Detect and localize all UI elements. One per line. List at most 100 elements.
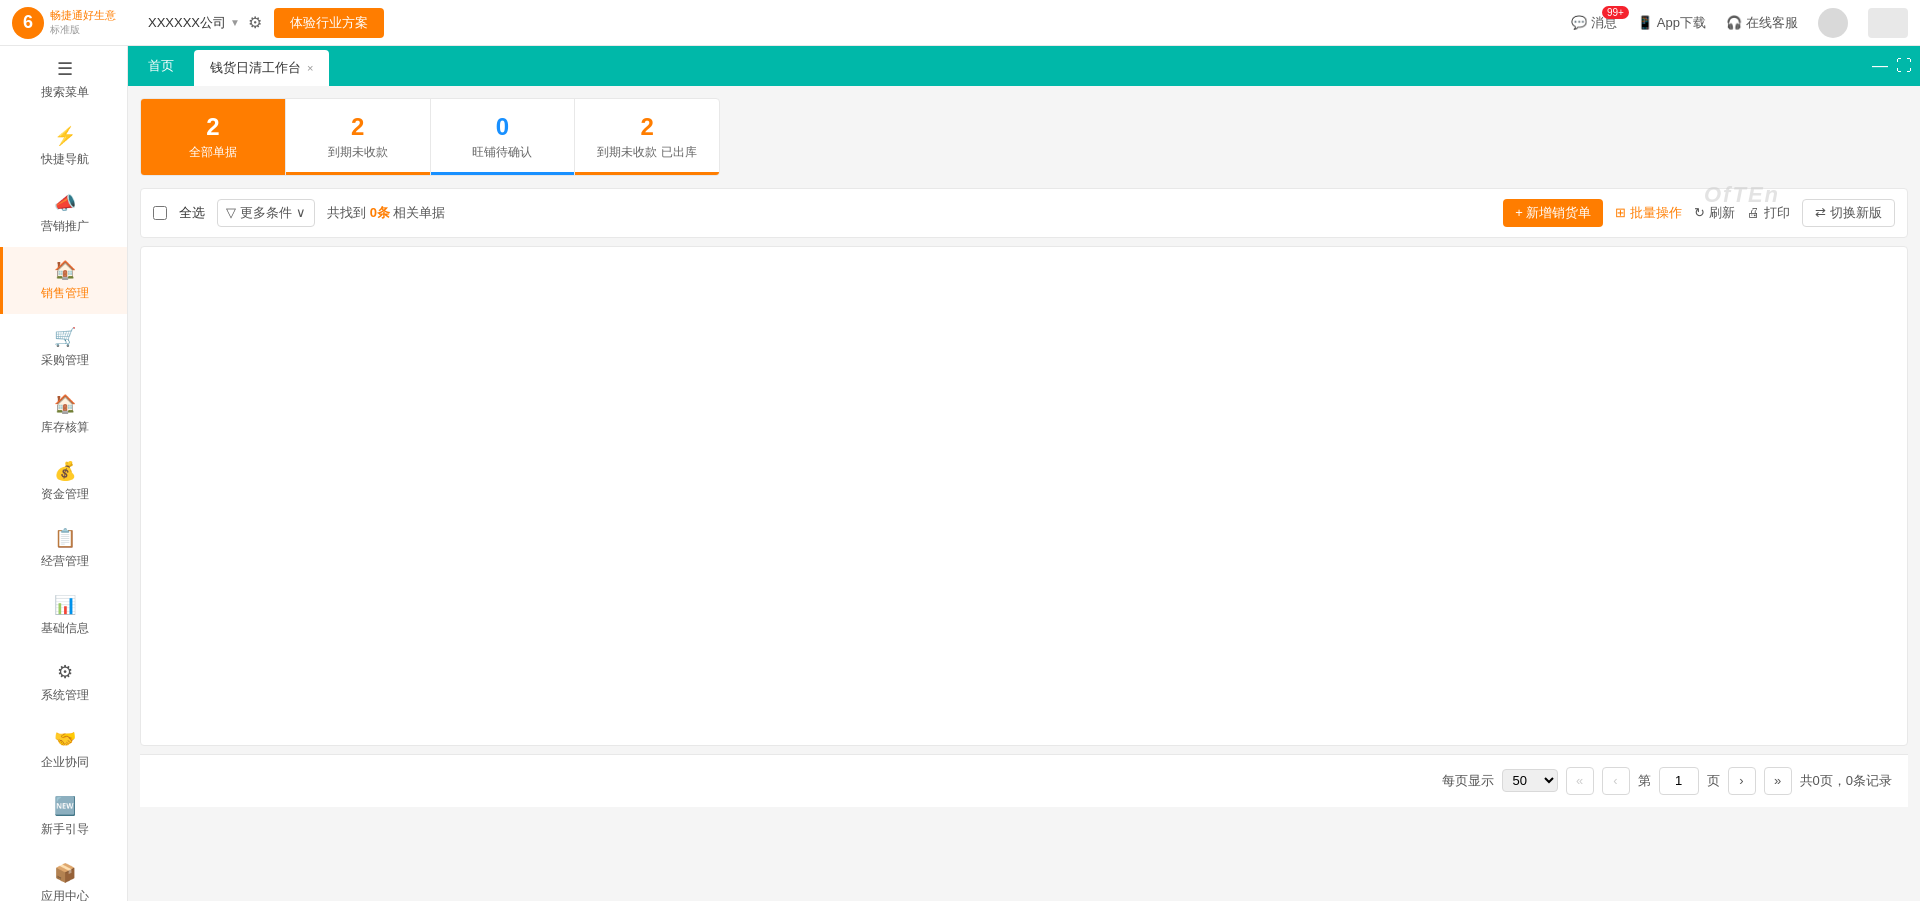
toolbar-right: + 新增销货单 ⊞ 批量操作 ↻ 刷新 🖨 打印 ⇄ 切换新版 (1503, 199, 1895, 227)
next-page-button[interactable]: › (1728, 767, 1756, 795)
purchase-icon: 🛒 (54, 326, 76, 348)
switch-version-button[interactable]: ⇄ 切换新版 (1802, 199, 1895, 227)
tabbar-minimize-button[interactable]: — (1872, 57, 1888, 75)
sidebar-item-search-menu[interactable]: ☰ 搜索菜单 (0, 46, 127, 113)
sidebar-item-corp-coop[interactable]: 🤝 企业协同 (0, 716, 127, 783)
settings-icon[interactable]: ⚙ (248, 13, 262, 32)
pagination: 每页显示 50 20 100 200 « ‹ 第 页 › » 共0页，0条记录 (140, 754, 1908, 807)
filter-button[interactable]: ▽ 更多条件 ∨ (217, 199, 315, 227)
sidebar-item-system[interactable]: ⚙ 系统管理 (0, 649, 127, 716)
sidebar-item-new-guide[interactable]: 🆕 新手引导 (0, 783, 127, 850)
finance-icon: 💰 (54, 460, 76, 482)
sidebar-item-quick-nav[interactable]: ⚡ 快捷导航 (0, 113, 127, 180)
sidebar-item-app-center[interactable]: 📦 应用中心 (0, 850, 127, 901)
app-download-icon: 📱 (1637, 15, 1653, 30)
logo-icon: 6 (12, 7, 44, 39)
inventory-icon: 🏠 (54, 393, 76, 415)
app-header: 6 畅捷通好生意 标准版 XXXXXX公司 ▼ ⚙ 体验行业方案 💬 消息 99… (0, 0, 1920, 46)
sidebar-item-label: 企业协同 (41, 754, 89, 771)
logo-sub: 标准版 (50, 23, 116, 37)
refresh-button[interactable]: ↻ 刷新 (1694, 204, 1735, 222)
print-button[interactable]: 🖨 打印 (1747, 204, 1790, 222)
user-info-panel[interactable] (1868, 8, 1908, 38)
avatar[interactable] (1818, 8, 1848, 38)
tabbar-maximize-button[interactable]: ⛶ (1896, 57, 1912, 75)
total-label: 共0页，0条记录 (1800, 772, 1892, 790)
trial-button[interactable]: 体验行业方案 (274, 8, 384, 38)
toolbar-left: 全选 ▽ 更多条件 ∨ 共找到 0条 相关单据 (153, 199, 1491, 227)
sidebar-item-label: 快捷导航 (41, 151, 89, 168)
sidebar-item-label: 营销推广 (41, 218, 89, 235)
filter-label: 更多条件 (240, 204, 292, 222)
sidebar-item-label: 采购管理 (41, 352, 89, 369)
select-all-label: 全选 (179, 204, 205, 222)
sidebar-item-label: 应用中心 (41, 888, 89, 901)
stat-underline-wangpu (431, 172, 575, 175)
stat-card-overdue-out[interactable]: 2 到期未收款 已出库 (575, 99, 719, 175)
tab-label: 钱货日清工作台 (210, 59, 301, 77)
stat-card-wangpu[interactable]: 0 旺铺待确认 (431, 99, 576, 175)
switch-icon: ⇄ (1815, 205, 1826, 220)
stat-num-all: 2 (161, 113, 265, 142)
operations-icon: 📋 (54, 527, 76, 549)
page-label: 第 (1638, 772, 1651, 790)
add-sale-button[interactable]: + 新增销货单 (1503, 199, 1603, 227)
tab-home[interactable]: 首页 (128, 46, 194, 86)
sidebar-item-label: 资金管理 (41, 486, 89, 503)
content-area (140, 246, 1908, 746)
batch-operation-button[interactable]: ⊞ 批量操作 (1615, 204, 1682, 222)
first-page-button[interactable]: « (1566, 767, 1594, 795)
search-menu-icon: ☰ (57, 58, 73, 80)
message-button[interactable]: 💬 消息 99+ (1571, 14, 1617, 32)
filter-icon: ▽ (226, 205, 236, 220)
base-info-icon: 📊 (54, 594, 76, 616)
page-input[interactable] (1659, 767, 1699, 795)
sidebar-item-sales[interactable]: 🏠 销售管理 (0, 247, 127, 314)
sidebar-item-label: 搜索菜单 (41, 84, 89, 101)
tabbar-right: — ⛶ (1872, 57, 1920, 75)
online-service-button[interactable]: 🎧 在线客服 (1726, 14, 1798, 32)
refresh-icon: ↻ (1694, 205, 1705, 220)
stat-underline-overdue (286, 172, 430, 175)
sidebar-item-finance[interactable]: 💰 资金管理 (0, 448, 127, 515)
stat-card-overdue[interactable]: 2 到期未收款 (286, 99, 431, 175)
company-name: XXXXXX公司 (148, 14, 226, 32)
stat-num-overdue-out: 2 (595, 113, 699, 142)
sidebar-item-purchase[interactable]: 🛒 采购管理 (0, 314, 127, 381)
found-text: 共找到 0条 相关单据 (327, 204, 445, 222)
sidebar-item-label: 库存核算 (41, 419, 89, 436)
tab-close-icon[interactable]: × (307, 62, 313, 74)
sidebar-item-label: 经营管理 (41, 553, 89, 570)
stats-row: 2 全部单据 2 到期未收款 0 旺铺待确认 2 到期未收款 已出库 (140, 98, 720, 176)
sidebar-item-marketing[interactable]: 📣 营销推广 (0, 180, 127, 247)
stat-label-all: 全部单据 (161, 144, 265, 161)
stat-num-wangpu: 0 (451, 113, 555, 142)
select-all-checkbox[interactable] (153, 206, 167, 220)
stat-num-overdue: 2 (306, 113, 410, 142)
stat-card-all[interactable]: 2 全部单据 (141, 99, 286, 175)
app-download-button[interactable]: 📱 App下载 (1637, 14, 1706, 32)
batch-icon: ⊞ (1615, 205, 1626, 220)
logo-area: 6 畅捷通好生意 标准版 (12, 7, 140, 39)
online-service-label: 在线客服 (1746, 14, 1798, 32)
tabbar: 首页 钱货日清工作台 × — ⛶ (128, 46, 1920, 86)
company-selector[interactable]: XXXXXX公司 ▼ (148, 14, 240, 32)
marketing-icon: 📣 (54, 192, 76, 214)
online-service-icon: 🎧 (1726, 15, 1742, 30)
tab-active[interactable]: 钱货日清工作台 × (194, 50, 329, 86)
last-page-button[interactable]: » (1764, 767, 1792, 795)
message-icon: 💬 (1571, 15, 1587, 30)
stat-underline-overdue-out (575, 172, 719, 175)
message-badge: 99+ (1602, 6, 1629, 19)
app-download-label: App下载 (1657, 14, 1706, 32)
new-guide-icon: 🆕 (54, 795, 76, 817)
sidebar-item-base-info[interactable]: 📊 基础信息 (0, 582, 127, 649)
sidebar-item-inventory[interactable]: 🏠 库存核算 (0, 381, 127, 448)
page-size-select[interactable]: 50 20 100 200 (1502, 769, 1558, 792)
prev-page-button[interactable]: ‹ (1602, 767, 1630, 795)
sidebar-item-operations[interactable]: 📋 经营管理 (0, 515, 127, 582)
filter-chevron-icon: ∨ (296, 205, 306, 220)
chevron-down-icon: ▼ (230, 17, 240, 28)
main-content: 2 全部单据 2 到期未收款 0 旺铺待确认 2 到期未收款 已出库 全选 ▽ … (128, 86, 1920, 901)
app-center-icon: 📦 (54, 862, 76, 884)
